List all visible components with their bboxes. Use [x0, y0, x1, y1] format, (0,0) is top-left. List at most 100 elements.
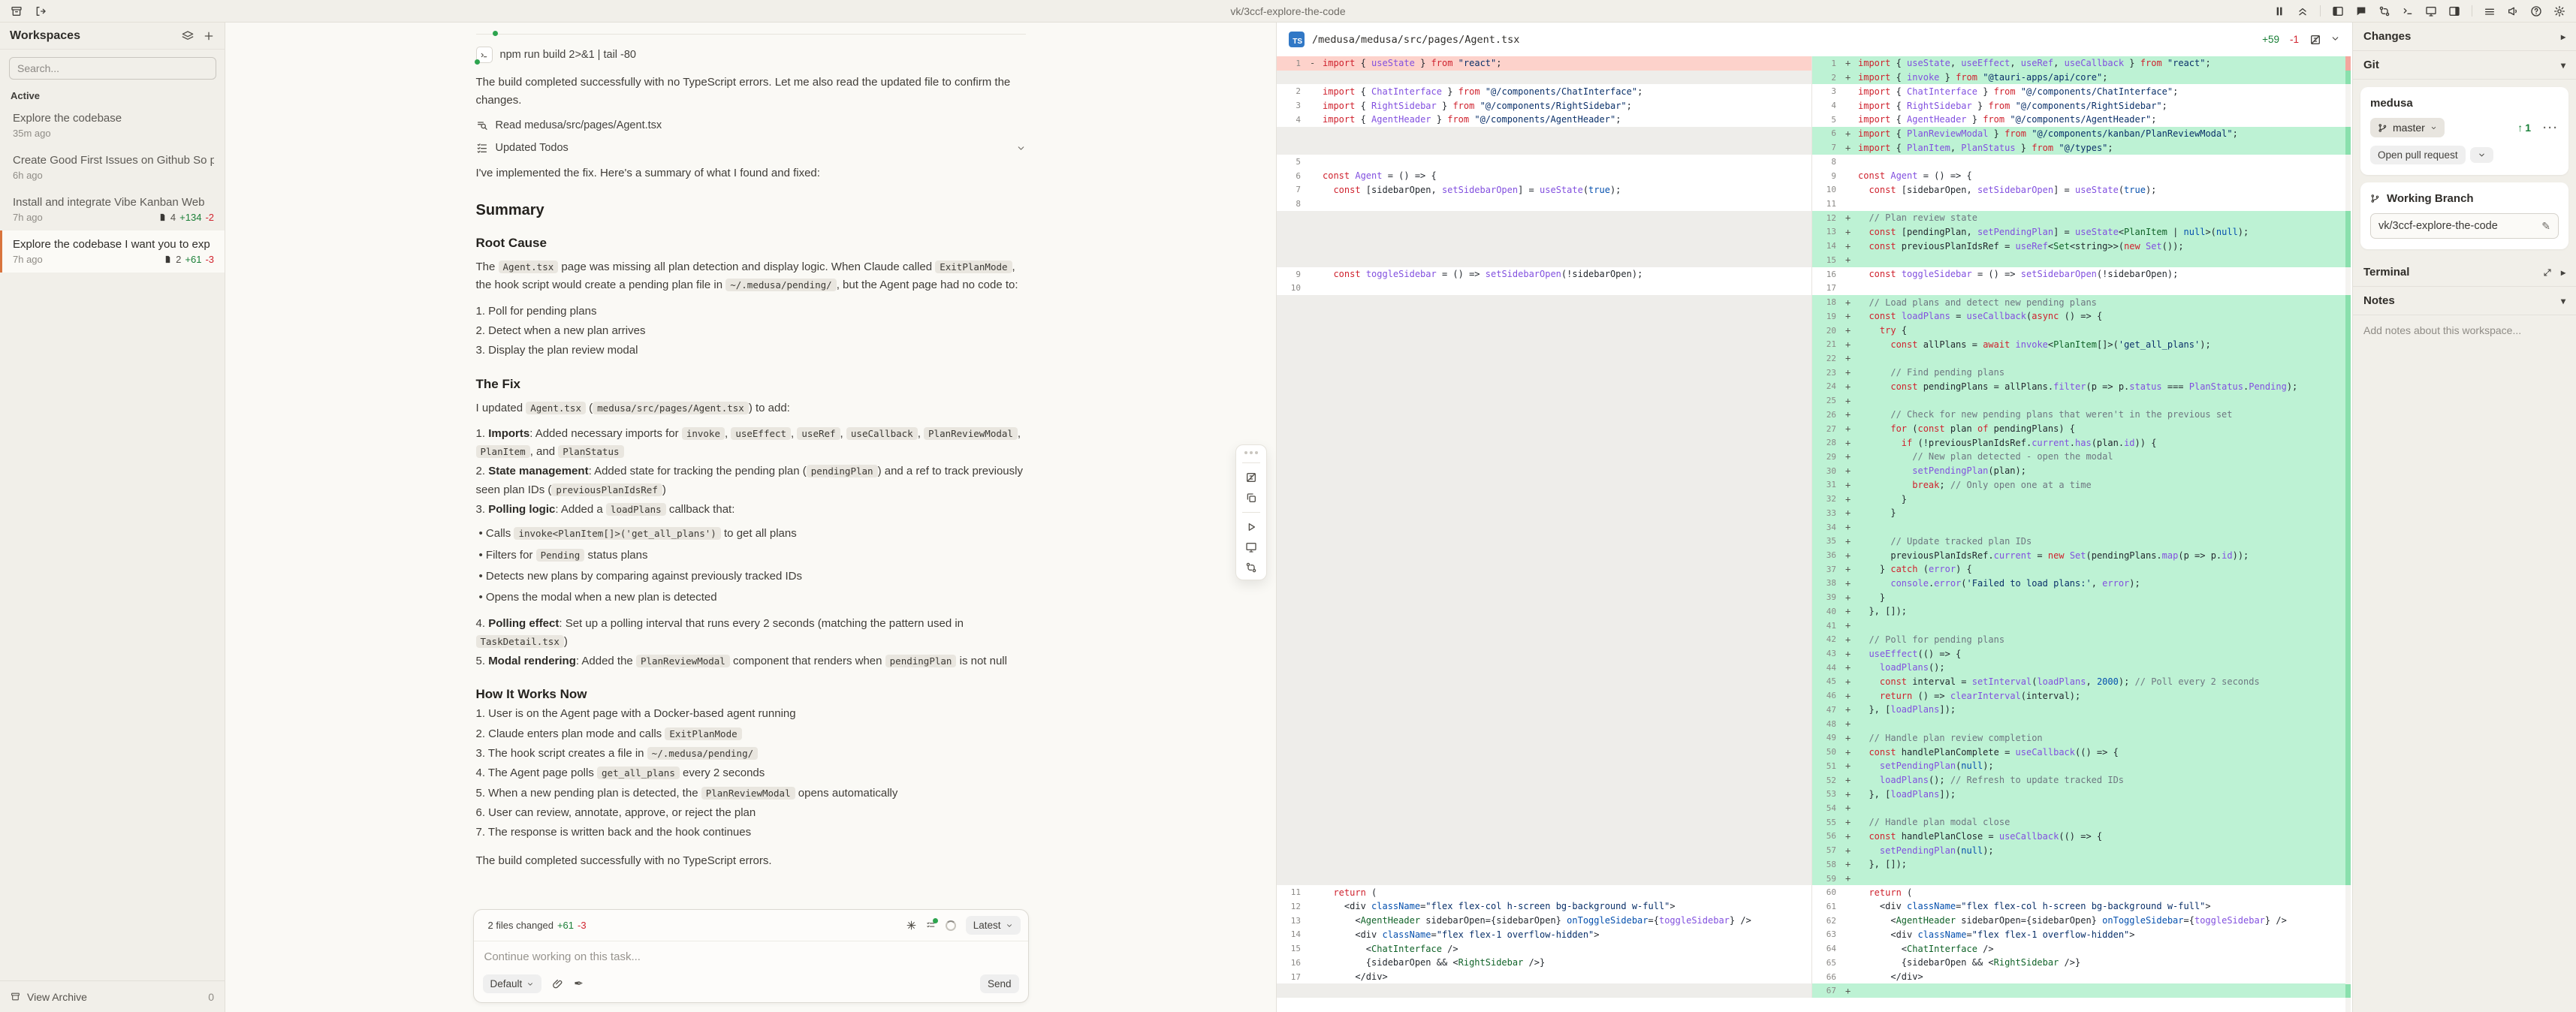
latest-dropdown[interactable]: Latest: [966, 916, 1021, 935]
diff-line: 34+: [1811, 520, 2346, 535]
diff-line: 60 return (: [1811, 885, 2346, 899]
working-branch-value: vk/3ccf-explore-the-code: [2378, 220, 2498, 232]
list-item: 5. When a new pending plan is detected, …: [476, 785, 1026, 803]
diff-line: [1277, 506, 1811, 520]
open-pull-request-button[interactable]: Open pull request: [2370, 146, 2466, 164]
edit-pencil-icon[interactable]: ✎: [2541, 220, 2550, 233]
add-workspace-icon[interactable]: [203, 30, 215, 42]
diff-line: [1277, 872, 1811, 886]
read-label: Read medusa/src/pages/Agent.tsx: [496, 119, 662, 131]
diff-line: 22+: [1811, 351, 2346, 366]
diff-line: 5: [1277, 155, 1811, 169]
git-section-header[interactable]: Git ▾: [2353, 51, 2576, 80]
terminal-section-header[interactable]: Terminal ▸: [2353, 258, 2576, 287]
diff-line: 15+: [1811, 253, 2346, 267]
diff-minimap[interactable]: [2345, 56, 2351, 1012]
list-item: • Opens the modal when a new plan is det…: [479, 589, 1026, 607]
megaphone-icon[interactable]: [2507, 5, 2519, 17]
stack-icon[interactable]: [182, 30, 194, 42]
diff-view-mode-icon[interactable]: [2309, 34, 2321, 46]
diff-line: 47+ }, [loadPlans]);: [1811, 703, 2346, 717]
workspaces-sidebar: Workspaces Active Explore the codebase35…: [0, 23, 225, 1012]
updated-todos-row[interactable]: Updated Todos: [476, 142, 1026, 154]
diff-line: [1277, 71, 1811, 85]
workspace-item[interactable]: Create Good First Issues on Github So p6…: [0, 146, 225, 188]
chevron-down-icon[interactable]: [1016, 143, 1026, 153]
workspace-item[interactable]: Explore the codebase35m ago: [0, 104, 225, 146]
todos-status-icon[interactable]: [926, 920, 936, 930]
success-dot: [475, 59, 480, 65]
chat-transcript: npm run build 2>&1 | tail -80 The build …: [225, 23, 1276, 909]
sparkle-icon[interactable]: [906, 920, 916, 930]
model-dropdown[interactable]: Default: [483, 974, 542, 993]
git-compare-icon[interactable]: [2378, 5, 2390, 17]
help-icon[interactable]: [2530, 5, 2542, 17]
diff-line: 55+ // Handle plan modal close: [1811, 815, 2346, 830]
diff-line: 57+ setPendingPlan(null);: [1811, 843, 2346, 857]
read-file-icon: [476, 119, 488, 131]
diff-line: 24+ const pendingPlans = allPlans.filter…: [1811, 380, 2346, 394]
working-branch-card: Working Branch vk/3ccf-explore-the-code …: [2360, 182, 2568, 249]
attach-paperclip-icon[interactable]: [552, 978, 563, 989]
working-branch-input[interactable]: vk/3ccf-explore-the-code ✎: [2370, 213, 2559, 239]
read-tool-call[interactable]: Read medusa/src/pages/Agent.tsx: [476, 119, 1026, 131]
list-item: 3. The hook script creates a file in ~/.…: [476, 745, 1026, 763]
collapse-all-icon[interactable]: [2297, 5, 2309, 17]
list-item: 2. State management: Added state for tra…: [476, 462, 1026, 499]
changes-section-header[interactable]: Changes ▸: [2353, 23, 2576, 51]
pause-icon[interactable]: [2273, 5, 2285, 17]
archive-icon: [11, 992, 20, 1001]
diff-line: [1277, 295, 1811, 309]
diff-line: 13+ const [pendingPlan, setPendingPlan] …: [1811, 225, 2346, 239]
workspace-list: Explore the codebase35m agoCreate Good F…: [0, 104, 225, 980]
workspace-item[interactable]: Explore the codebase I want you to exp7h…: [0, 230, 225, 273]
top-bar: vk/3ccf-explore-the-code: [0, 0, 2576, 23]
pr-options-dropdown[interactable]: [2470, 147, 2493, 163]
archive-icon[interactable]: [11, 5, 23, 17]
drag-handle[interactable]: [1244, 451, 1258, 454]
list-item: 1. User is on the Agent page with a Dock…: [476, 705, 1026, 723]
more-options-button[interactable]: ···: [2543, 122, 2559, 134]
chat-bubble-icon[interactable]: [2355, 5, 2367, 17]
closing-paragraph: The build completed successfully with no…: [476, 852, 1026, 870]
menu-icon[interactable]: [2484, 5, 2496, 17]
expand-icon[interactable]: [2543, 268, 2552, 277]
copy-icon[interactable]: [1245, 492, 1257, 504]
notes-section-header[interactable]: Notes ▾: [2353, 287, 2576, 315]
monitor-icon[interactable]: [2425, 5, 2437, 17]
play-icon[interactable]: [1245, 521, 1257, 533]
terminal-tool-call[interactable]: npm run build 2>&1 | tail -80: [476, 47, 1026, 63]
terminal-icon[interactable]: [2402, 5, 2414, 17]
diff-line: [1277, 520, 1811, 535]
deletions-count: -3: [578, 920, 587, 931]
files-changed-chip[interactable]: 2 files changed +61 -3: [481, 917, 593, 934]
workspace-item[interactable]: Install and integrate Vibe Kanban Web7h …: [0, 188, 225, 230]
diff-line: [1277, 619, 1811, 633]
diff-line: [1277, 127, 1811, 141]
diff-line: [1277, 492, 1811, 506]
git-compare-icon[interactable]: [1245, 562, 1257, 574]
pen-icon[interactable]: ✒: [574, 978, 584, 989]
diff-split-view: 1-import { useState } from "react";1+imp…: [1277, 56, 2352, 1012]
sign-out-icon[interactable]: [35, 5, 47, 17]
push-ahead-button[interactable]: ↑1: [2517, 122, 2531, 134]
diff-line: 67+: [1811, 983, 2346, 998]
diff-line: [1277, 717, 1811, 731]
panel-right-icon[interactable]: [2448, 5, 2460, 17]
settings-gear-icon[interactable]: [2553, 5, 2565, 17]
search-input[interactable]: [9, 57, 216, 80]
root-cause-paragraph: The Agent.tsx page was missing all plan …: [476, 258, 1026, 295]
diff-line: [1277, 830, 1811, 844]
view-archive-button[interactable]: View Archive 0: [0, 980, 225, 1012]
monitor-icon[interactable]: [1245, 541, 1257, 553]
chat-input[interactable]: [484, 950, 1018, 963]
chevron-down-icon[interactable]: [2330, 34, 2340, 46]
diff-line: [1277, 590, 1811, 604]
notes-placeholder[interactable]: Add notes about this workspace...: [2353, 315, 2576, 345]
send-button[interactable]: Send: [980, 974, 1019, 993]
caret-right-icon: ▸: [2561, 267, 2565, 278]
diff-mode-icon[interactable]: [1245, 471, 1257, 483]
diff-line: 5import { AgentHeader } from "@/componen…: [1811, 113, 2346, 127]
panel-left-icon[interactable]: [2332, 5, 2344, 17]
branch-dropdown[interactable]: master: [2370, 118, 2445, 137]
